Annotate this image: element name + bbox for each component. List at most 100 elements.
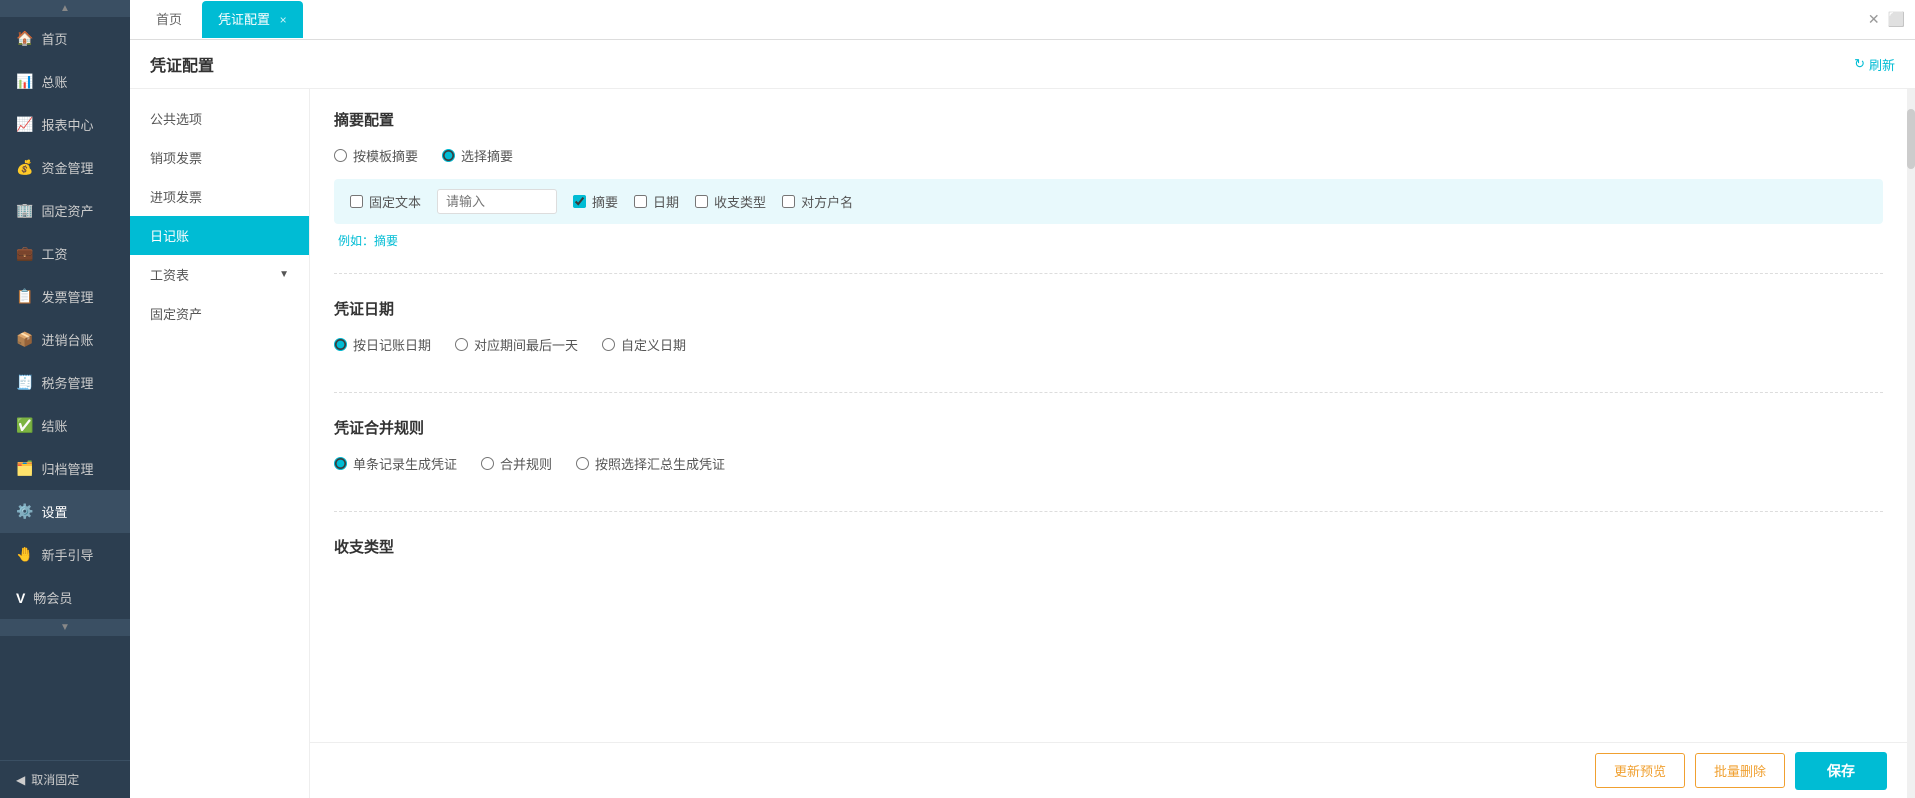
right-content: 摘要配置 按模板摘要 选择摘要 [310,89,1907,742]
sidebar-scroll-up[interactable]: ▲ [0,0,130,17]
checkbox-income-type-label[interactable]: 收支类型 [695,192,766,211]
checkbox-counterpart-label[interactable]: 对方户名 [782,192,853,211]
left-nav-public[interactable]: 公共选项 [130,99,309,138]
tax-icon: 🧾 [16,374,33,391]
abstract-radio-group: 按模板摘要 选择摘要 [334,146,1883,165]
sidebar-item-tax[interactable]: 🧾 税务管理 [0,361,130,404]
fixed-text-input[interactable] [437,189,557,214]
sidebar-unpin-button[interactable]: ◀ 取消固定 [0,760,130,798]
left-nav-journal[interactable]: 日记账 [130,216,309,255]
radio-select[interactable] [442,149,455,162]
checkbox-date[interactable] [634,195,647,208]
merge-rules-section: 凭证合并规则 单条记录生成凭证 合并规则 按照选择汇总生成凭证 [334,417,1883,512]
save-button[interactable]: 保存 [1795,752,1887,790]
income-type-title: 收支类型 [334,536,1883,557]
radio-single-label[interactable]: 单条记录生成凭证 [334,454,457,473]
tab-bar-actions: ✕ ⬜ [1868,11,1905,28]
home-icon: 🏠 [16,30,33,47]
checkbox-income-type[interactable] [695,195,708,208]
sidebar-item-ledger[interactable]: 📊 总账 [0,60,130,103]
abstract-config-title: 摘要配置 [334,109,1883,130]
tab-bar: 首页 凭证配置 × ✕ ⬜ [130,0,1915,40]
reports-icon: 📈 [16,116,33,133]
checkbox-abstract[interactable] [573,195,586,208]
income-type-section: 收支类型 [334,536,1883,597]
settings-icon: ⚙️ [16,503,33,520]
sales-icon: 📦 [16,331,33,348]
sidebar-item-salary[interactable]: 💼 工资 [0,232,130,275]
sidebar-scroll-down[interactable]: ▼ [0,619,130,636]
checkbox-date-label[interactable]: 日期 [634,192,679,211]
scroll-thumb[interactable] [1907,109,1915,169]
guide-icon: 🤚 [16,546,33,563]
ledger-icon: 📊 [16,73,33,90]
content-area: 公共选项 销项发票 进项发票 日记账 工资表 ▼ 固定资产 [130,89,1915,798]
assets-icon: 🏢 [16,202,33,219]
maximize-icon[interactable]: ⬜ [1888,11,1905,28]
voucher-date-section: 凭证日期 按日记账日期 对应期间最后一天 自定义日期 [334,298,1883,393]
sidebar-item-vip[interactable]: V 畅会员 [0,576,130,619]
radio-single[interactable] [334,457,347,470]
radio-custom-date-label[interactable]: 自定义日期 [602,335,686,354]
left-nav-purchase-invoice[interactable]: 进项发票 [130,177,309,216]
abstract-options-row: 固定文本 摘要 日期 收支类型 [334,179,1883,224]
radio-template[interactable] [334,149,347,162]
example-text: 例如：摘要 [334,232,1883,249]
radio-merge-label[interactable]: 合并规则 [481,454,552,473]
sidebar-item-invoices[interactable]: 📋 发票管理 [0,275,130,318]
close-window-icon[interactable]: ✕ [1868,11,1880,28]
left-nav-sales-invoice[interactable]: 销项发票 [130,138,309,177]
sidebar-item-assets[interactable]: 🏢 固定资产 [0,189,130,232]
main-area: 首页 凭证配置 × ✕ ⬜ 凭证配置 ↻ 刷新 公共选项 销项发票 进 [130,0,1915,798]
checkbox-counterpart[interactable] [782,195,795,208]
abstract-config-section: 摘要配置 按模板摘要 选择摘要 [334,109,1883,274]
voucher-date-title: 凭证日期 [334,298,1883,319]
tab-home[interactable]: 首页 [140,1,198,38]
checkbox-fixed-text[interactable] [350,195,363,208]
salary-icon: 💼 [16,245,33,262]
radio-last-day-label[interactable]: 对应期间最后一天 [455,335,578,354]
pin-icon: ◀ [16,773,25,787]
page-header: 凭证配置 ↻ 刷新 [130,40,1915,89]
invoices-icon: 📋 [16,288,33,305]
archive-icon: 🗂️ [16,460,33,477]
sidebar-item-settle[interactable]: ✅ 结账 [0,404,130,447]
sidebar-item-home[interactable]: 🏠 首页 [0,17,130,60]
chevron-down-icon: ▼ [279,269,289,280]
sidebar-item-reports[interactable]: 📈 报表中心 [0,103,130,146]
tab-voucher-config[interactable]: 凭证配置 × [202,1,303,38]
scroll-track [1907,89,1915,798]
merge-rules-title: 凭证合并规则 [334,417,1883,438]
sidebar-item-settings[interactable]: ⚙️ 设置 [0,490,130,533]
update-preview-button[interactable]: 更新预览 [1595,753,1685,788]
batch-delete-button[interactable]: 批量删除 [1695,753,1785,788]
refresh-icon: ↻ [1854,56,1865,72]
sidebar-item-archive[interactable]: 🗂️ 归档管理 [0,447,130,490]
radio-batch[interactable] [576,457,589,470]
sidebar-item-funds[interactable]: 💰 资金管理 [0,146,130,189]
checkbox-fixed-text-label[interactable]: 固定文本 [350,192,421,211]
radio-merge[interactable] [481,457,494,470]
radio-template-label[interactable]: 按模板摘要 [334,146,418,165]
left-nav-fixed-assets[interactable]: 固定资产 [130,294,309,333]
radio-journal-date[interactable] [334,338,347,351]
funds-icon: 💰 [16,159,33,176]
sidebar-item-sales[interactable]: 📦 进销台账 [0,318,130,361]
settle-icon: ✅ [16,417,33,434]
tab-close-icon[interactable]: × [280,13,287,27]
radio-journal-date-label[interactable]: 按日记账日期 [334,335,431,354]
voucher-date-radio-group: 按日记账日期 对应期间最后一天 自定义日期 [334,335,1883,354]
footer-bar: 更新预览 批量删除 保存 [310,742,1907,798]
left-nav: 公共选项 销项发票 进项发票 日记账 工资表 ▼ 固定资产 [130,89,310,798]
checkbox-abstract-label[interactable]: 摘要 [573,192,618,211]
sidebar: ▲ 🏠 首页 📊 总账 📈 报表中心 💰 资金管理 🏢 固定资产 💼 工资 📋 … [0,0,130,798]
radio-select-label[interactable]: 选择摘要 [442,146,513,165]
radio-custom-date[interactable] [602,338,615,351]
merge-rules-radio-group: 单条记录生成凭证 合并规则 按照选择汇总生成凭证 [334,454,1883,473]
refresh-button[interactable]: ↻ 刷新 [1854,55,1895,74]
left-nav-payroll[interactable]: 工资表 ▼ [130,255,309,294]
radio-last-day[interactable] [455,338,468,351]
radio-batch-label[interactable]: 按照选择汇总生成凭证 [576,454,725,473]
vip-icon: V [16,590,25,606]
sidebar-item-guide[interactable]: 🤚 新手引导 [0,533,130,576]
